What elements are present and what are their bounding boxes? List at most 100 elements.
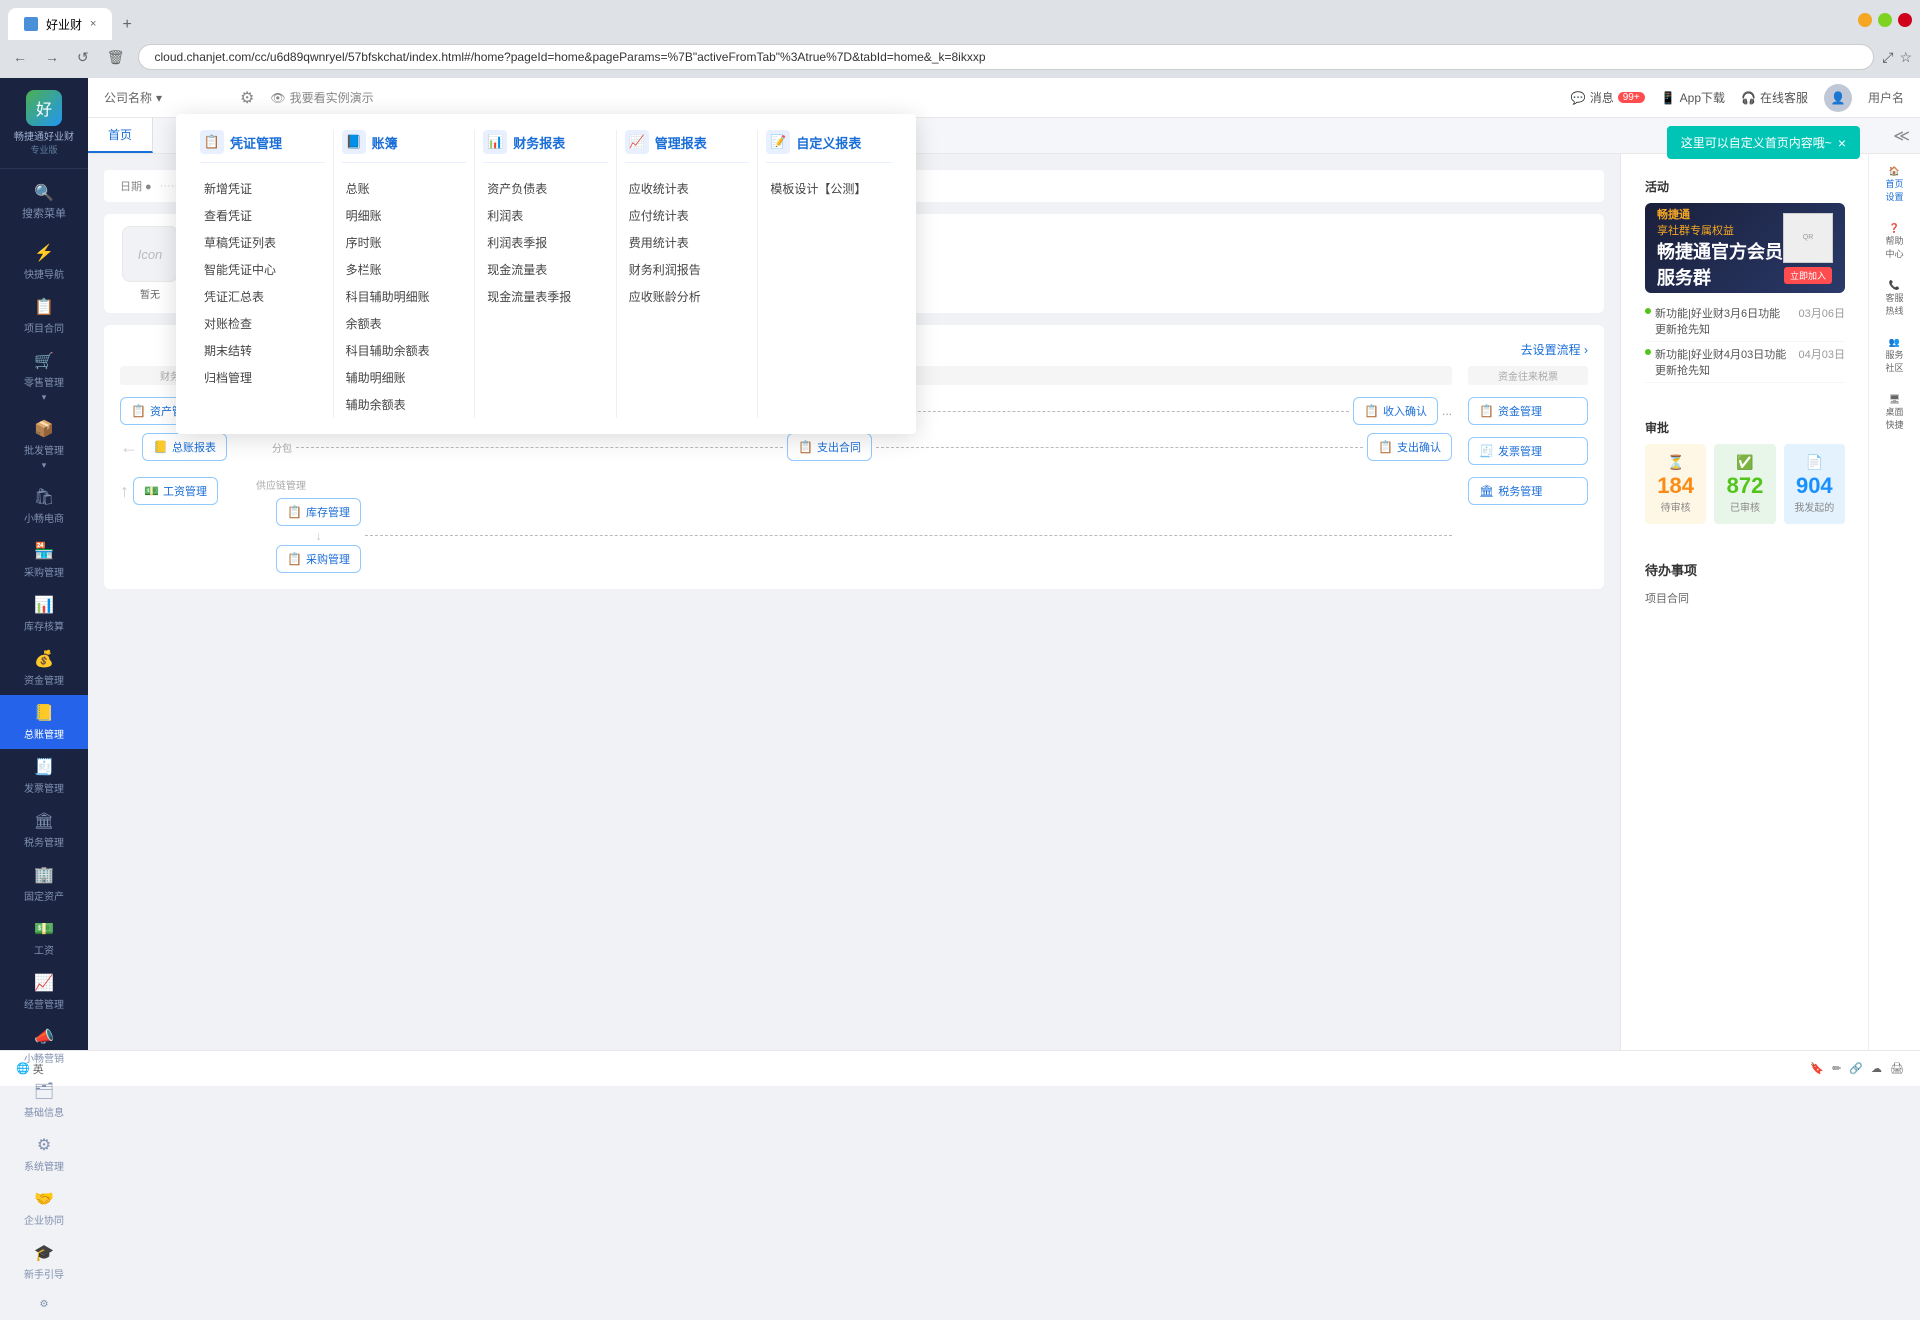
menu-smart-voucher[interactable]: 智能凭证中心 [200, 256, 325, 283]
company-selector[interactable]: 公司名称 ▾ [104, 89, 224, 106]
menu-cashflow-q[interactable]: 现金流量表季报 [483, 283, 608, 310]
new-tab-btn[interactable]: + [112, 10, 141, 40]
menu-detail-ledger[interactable]: 明细账 [342, 202, 467, 229]
tab-home[interactable]: 首页 [88, 118, 153, 153]
flow-invoice-mgr[interactable]: 🧾 发票管理 [1468, 437, 1588, 465]
right-nav-home[interactable]: 🏠 首页 设置 [1883, 162, 1905, 207]
bottom-translate-btn[interactable]: 🌐 英 [16, 1061, 44, 1077]
menu-profit[interactable]: 利润表 [483, 202, 608, 229]
menu-new-voucher[interactable]: 新增凭证 [200, 175, 325, 202]
tab-close-btn[interactable]: × [90, 18, 96, 30]
sidebar-item-invoice[interactable]: 🧾 发票管理 [0, 749, 88, 803]
sidebar-item-payroll[interactable]: 💵 工资 [0, 911, 88, 965]
menu-aux-balance[interactable]: 辅助余额表 [342, 391, 467, 418]
flow-inventory[interactable]: 📋 库存管理 [276, 498, 361, 526]
menu-receivable[interactable]: 应收统计表 [625, 175, 750, 202]
flow-expense-contract[interactable]: 📋 支出合同 [787, 433, 872, 461]
flow-tax-mgr[interactable]: 🏛 税务管理 [1468, 477, 1588, 505]
sidebar-item-assets[interactable]: 🏢 固定资产 [0, 857, 88, 911]
menu-reconcile[interactable]: 对账检查 [200, 310, 325, 337]
sidebar-item-operations[interactable]: 📈 经营管理 [0, 965, 88, 1019]
sidebar-settings-btn[interactable]: ⚙ [0, 1289, 88, 1320]
sidebar-item-cooperation[interactable]: 🤝 企业协同 [0, 1181, 88, 1235]
approval-pending[interactable]: ⏳ 184 待审核 [1645, 444, 1706, 524]
flow-capital-mgr[interactable]: 📋 资金管理 [1468, 397, 1588, 425]
sidebar-item-tax[interactable]: 🏛 税务管理 [0, 803, 88, 857]
news-item-2[interactable]: 新功能|好业财4月03日功能更新抢先知 04月03日 [1645, 342, 1845, 383]
maximize-btn[interactable] [1878, 13, 1892, 27]
menu-cashflow[interactable]: 现金流量表 [483, 256, 608, 283]
menu-profit-q[interactable]: 利润表季报 [483, 229, 608, 256]
news-item-1[interactable]: 新功能|好业财3月6日功能更新抢先知 03月06日 [1645, 301, 1845, 342]
sidebar-item-ecommerce[interactable]: 🛍 小畅电商 [0, 479, 88, 533]
menu-balance[interactable]: 余额表 [342, 310, 467, 337]
flow-purchase[interactable]: 📋 采购管理 [276, 545, 361, 573]
menu-draft-voucher[interactable]: 草稿凭证列表 [200, 229, 325, 256]
sidebar-item-wholesale[interactable]: 📦 批发管理 ▾ [0, 411, 88, 479]
menu-general-ledger[interactable]: 总账 [342, 175, 467, 202]
menu-archive[interactable]: 归档管理 [200, 364, 325, 391]
flow-general-box[interactable]: 📒 总账报表 [142, 433, 227, 461]
menu-template-design[interactable]: 模板设计【公测】 [766, 175, 892, 202]
menu-aux-detail[interactable]: 辅助明细账 [342, 364, 467, 391]
bottom-action-5[interactable]: 🖨 [1890, 1062, 1904, 1075]
sidebar-item-shortcut[interactable]: ⚡ 快捷导航 [0, 235, 88, 289]
bottom-action-4[interactable]: ☁ [1871, 1062, 1882, 1075]
back-btn[interactable]: ← [8, 47, 32, 67]
tab-collapse-btn[interactable]: ≪ [1883, 126, 1920, 146]
app-download-btn[interactable]: 📱 App下载 [1661, 89, 1725, 106]
menu-journal[interactable]: 序时账 [342, 229, 467, 256]
menu-multi-col[interactable]: 多栏账 [342, 256, 467, 283]
forward-btn[interactable]: → [40, 47, 64, 67]
menu-payable[interactable]: 应付统计表 [625, 202, 750, 229]
sidebar-item-general[interactable]: 📒 总账管理 [0, 695, 88, 749]
sidebar-item-system[interactable]: ⚙ 系统管理 [0, 1127, 88, 1181]
flow-payroll-box[interactable]: 💵 工资管理 [133, 477, 218, 505]
approval-approved[interactable]: ✅ 872 已审核 [1714, 444, 1775, 524]
bottom-action-2[interactable]: ✏ [1832, 1062, 1841, 1075]
user-avatar[interactable]: 👤 [1824, 84, 1852, 112]
active-tab[interactable]: 好业财 × [8, 8, 112, 40]
approval-submitted[interactable]: 📄 904 我发起的 [1784, 444, 1845, 524]
bookmark-btn[interactable]: ☆ [1899, 49, 1912, 66]
sidebar-item-basic[interactable]: 🗂 基础信息 [0, 1073, 88, 1127]
search-menu-btn[interactable]: 🔍 搜索菜单 [6, 177, 82, 227]
bottom-action-1[interactable]: 🔖 [1810, 1062, 1824, 1075]
menu-period-close[interactable]: 期末结转 [200, 337, 325, 364]
join-btn[interactable]: 立即加入 [1784, 267, 1832, 284]
setup-flow-btn[interactable]: 去设置流程 › [1521, 343, 1588, 357]
menu-view-voucher[interactable]: 查看凭证 [200, 202, 325, 229]
refresh-btn[interactable]: ↺ [72, 47, 94, 68]
right-nav-help[interactable]: ❓ 帮助 中心 [1883, 219, 1905, 264]
menu-voucher-summary[interactable]: 凭证汇总表 [200, 283, 325, 310]
menu-balance-sheet[interactable]: 资产负债表 [483, 175, 608, 202]
bottom-action-3[interactable]: 🔗 [1849, 1062, 1863, 1075]
sidebar-item-retail[interactable]: 🛒 零售管理 ▾ [0, 343, 88, 411]
sidebar-item-project[interactable]: 📋 项目合同 [0, 289, 88, 343]
menu-aging[interactable]: 应收账龄分析 [625, 283, 750, 310]
minimize-btn[interactable] [1858, 13, 1872, 27]
support-btn[interactable]: 🎧 在线客服 [1741, 89, 1808, 106]
ext-btn[interactable]: ⤢ [1882, 49, 1893, 66]
right-nav-hotline[interactable]: 📞 客服 热线 [1883, 276, 1905, 321]
demo-btn[interactable]: 👁 我要看实例演示 [270, 89, 373, 106]
flow-expense-confirm[interactable]: 📋 支出确认 [1367, 433, 1452, 461]
right-nav-desktop[interactable]: 🖥 桌面 快捷 [1883, 390, 1905, 435]
sidebar-item-marketing[interactable]: 📣 小畅营销 [0, 1019, 88, 1073]
sidebar-item-purchase[interactable]: 🏪 采购管理 [0, 533, 88, 587]
close-btn[interactable] [1898, 13, 1912, 27]
url-bar[interactable]: cloud.chanjet.com/cc/u6d89qwnryel/57bfsk… [138, 44, 1875, 70]
menu-expense[interactable]: 费用统计表 [625, 229, 750, 256]
message-btn[interactable]: 💬 消息 99+ [1571, 89, 1645, 106]
delete-btn[interactable]: 🗑 [102, 47, 130, 68]
menu-subject-balance[interactable]: 科目辅助余额表 [342, 337, 467, 364]
menu-profit-report[interactable]: 财务利润报告 [625, 256, 750, 283]
sidebar-item-inventory[interactable]: 📊 库存核算 [0, 587, 88, 641]
menu-subject-detail[interactable]: 科目辅助明细账 [342, 283, 467, 310]
right-nav-community[interactable]: 👥 服务 社区 [1883, 333, 1905, 378]
icon-item-1[interactable]: Icon 暂无 [120, 226, 180, 301]
flow-income-confirm[interactable]: 📋 收入确认 [1353, 397, 1438, 425]
topbar-settings-btn[interactable]: ⚙ [240, 88, 254, 108]
sidebar-item-finance[interactable]: 💰 资金管理 [0, 641, 88, 695]
sidebar-item-newguide[interactable]: 🎓 新手引导 [0, 1235, 88, 1289]
